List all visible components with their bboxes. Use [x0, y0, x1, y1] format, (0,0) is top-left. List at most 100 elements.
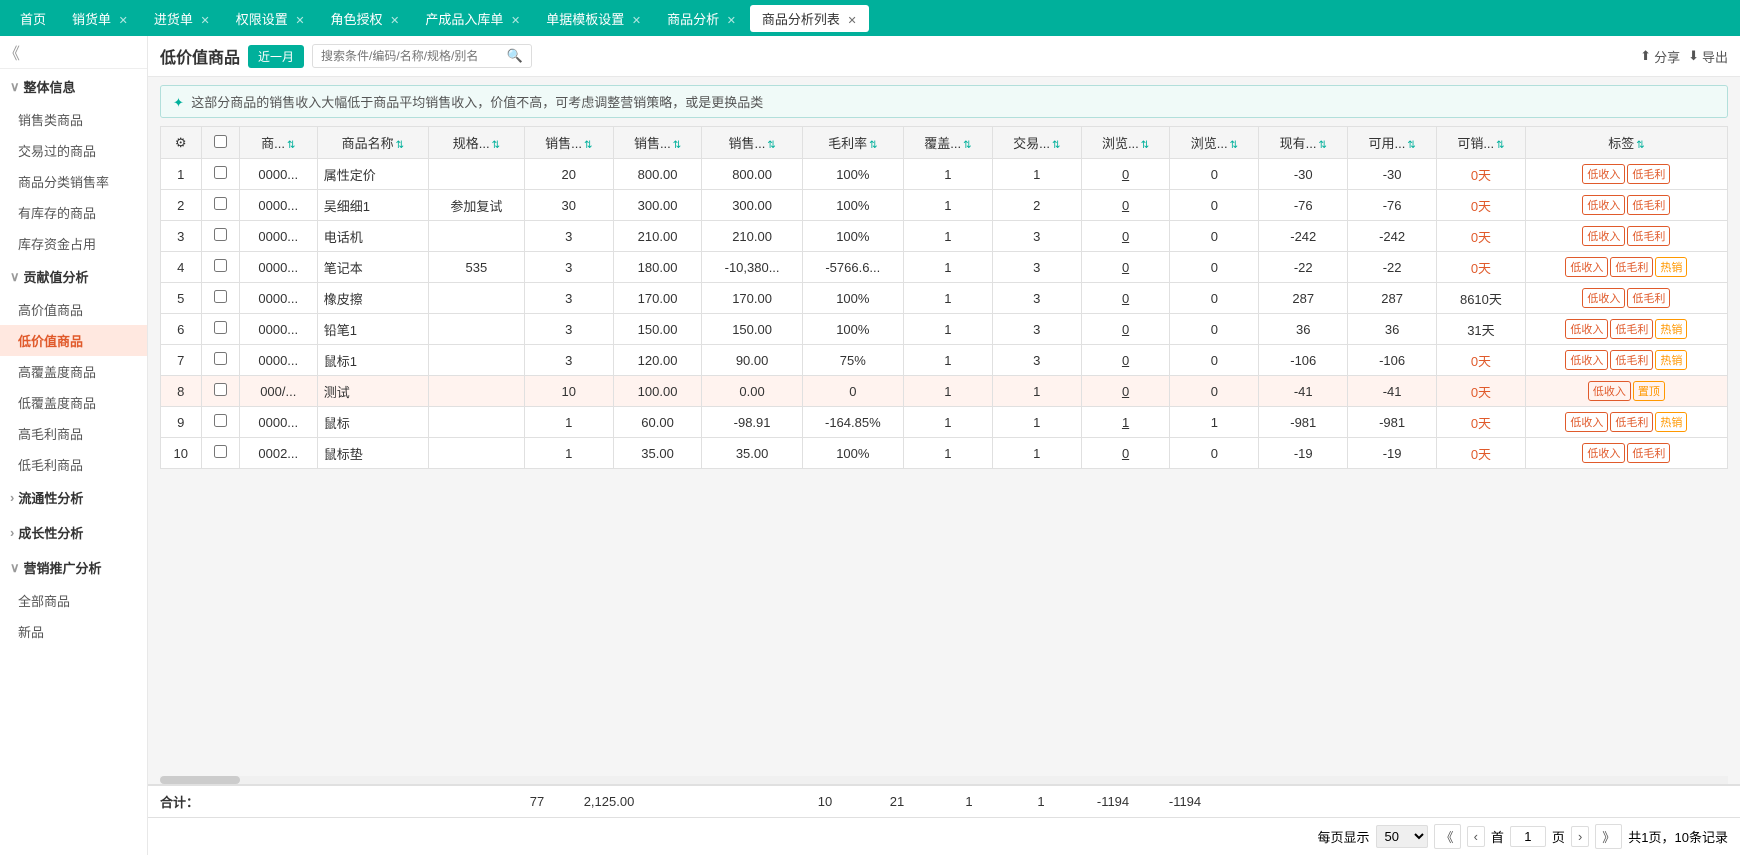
filter-recent-btn[interactable]: 近一月: [248, 45, 304, 68]
row-checkbox[interactable]: [214, 383, 227, 396]
th-trade[interactable]: 交易...⇅: [992, 127, 1081, 159]
nav-purchase[interactable]: 进货单 ✕: [142, 5, 222, 32]
view1-link[interactable]: 1: [1122, 415, 1129, 430]
row-checkbox[interactable]: [214, 228, 227, 241]
sidebar-item-high-value[interactable]: 高价值商品: [0, 294, 147, 325]
close-icon[interactable]: ✕: [848, 15, 857, 27]
th-view2[interactable]: 浏览...⇅: [1170, 127, 1259, 159]
td-check[interactable]: [201, 314, 239, 345]
td-view1[interactable]: 0: [1081, 190, 1170, 221]
td-view1[interactable]: 0: [1081, 221, 1170, 252]
row-checkbox[interactable]: [214, 414, 227, 427]
td-check[interactable]: [201, 283, 239, 314]
td-view1[interactable]: 0: [1081, 283, 1170, 314]
close-icon[interactable]: ✕: [390, 15, 399, 27]
close-icon[interactable]: ✕: [295, 15, 304, 27]
sidebar-group-growth[interactable]: › 成长性分析: [0, 515, 147, 550]
row-checkbox[interactable]: [214, 352, 227, 365]
sidebar-collapse-btn[interactable]: 《: [4, 40, 20, 64]
page-number-input[interactable]: [1510, 826, 1546, 847]
row-checkbox[interactable]: [214, 197, 227, 210]
th-code[interactable]: 商...⇅: [239, 127, 317, 159]
sidebar-item-all-goods[interactable]: 全部商品: [0, 585, 147, 616]
view1-link[interactable]: 0: [1122, 322, 1129, 337]
close-icon[interactable]: ✕: [119, 15, 128, 27]
close-icon[interactable]: ✕: [632, 15, 641, 27]
sidebar-item-traded-goods[interactable]: 交易过的商品: [0, 135, 147, 166]
td-view1[interactable]: 0: [1081, 314, 1170, 345]
td-check[interactable]: [201, 376, 239, 407]
horizontal-scrollbar[interactable]: [160, 776, 1728, 784]
sidebar-item-high-coverage[interactable]: 高覆盖度商品: [0, 356, 147, 387]
view1-link[interactable]: 0: [1122, 260, 1129, 275]
nav-goods-analysis[interactable]: 商品分析 ✕: [655, 5, 748, 32]
share-btn[interactable]: ⬆ 分享: [1640, 47, 1680, 66]
view1-link[interactable]: 0: [1122, 446, 1129, 461]
td-check[interactable]: [201, 407, 239, 438]
search-icon[interactable]: 🔍: [507, 48, 523, 64]
select-all-checkbox[interactable]: [214, 135, 227, 148]
next-page-btn[interactable]: ›: [1571, 826, 1589, 847]
td-check[interactable]: [201, 221, 239, 252]
td-view1[interactable]: 0: [1081, 438, 1170, 469]
row-checkbox[interactable]: [214, 166, 227, 179]
close-icon[interactable]: ✕: [727, 15, 736, 27]
view1-link[interactable]: 0: [1122, 198, 1129, 213]
td-check[interactable]: [201, 345, 239, 376]
nav-role[interactable]: 角色授权 ✕: [319, 5, 412, 32]
nav-home[interactable]: 首页: [8, 5, 58, 32]
th-stock[interactable]: 现有...⇅: [1259, 127, 1348, 159]
scrollbar-thumb[interactable]: [160, 776, 240, 784]
sidebar-item-low-coverage[interactable]: 低覆盖度商品: [0, 387, 147, 418]
view1-link[interactable]: 0: [1122, 229, 1129, 244]
sidebar-group-liquidity[interactable]: › 流通性分析: [0, 480, 147, 515]
sidebar-item-sales-goods[interactable]: 销售类商品: [0, 104, 147, 135]
row-checkbox[interactable]: [214, 290, 227, 303]
td-check[interactable]: [201, 159, 239, 190]
td-view1[interactable]: 0: [1081, 252, 1170, 283]
view1-link[interactable]: 0: [1122, 384, 1129, 399]
td-view1[interactable]: 0: [1081, 376, 1170, 407]
sidebar-item-stock-capital[interactable]: 库存资金占用: [0, 228, 147, 259]
view1-link[interactable]: 0: [1122, 291, 1129, 306]
sidebar-group-contribution[interactable]: ∨ 贡献值分析: [0, 259, 147, 294]
sidebar-group-marketing[interactable]: ∨ 营销推广分析: [0, 550, 147, 585]
th-tags[interactable]: 标签⇅: [1525, 127, 1727, 159]
td-view1[interactable]: 0: [1081, 345, 1170, 376]
th-avail[interactable]: 可用...⇅: [1348, 127, 1437, 159]
row-checkbox[interactable]: [214, 445, 227, 458]
sidebar-item-low-value[interactable]: 低价值商品: [0, 325, 147, 356]
prev-page-btn[interactable]: ‹: [1467, 826, 1485, 847]
th-day[interactable]: 可销...⇅: [1437, 127, 1526, 159]
close-icon[interactable]: ✕: [200, 15, 209, 27]
row-checkbox[interactable]: [214, 259, 227, 272]
nav-permission[interactable]: 权限设置 ✕: [224, 5, 317, 32]
nav-sales[interactable]: 销货单 ✕: [60, 5, 140, 32]
first-page-btn[interactable]: 《: [1434, 824, 1461, 849]
export-btn[interactable]: ⬇ 导出: [1688, 47, 1728, 66]
td-view1[interactable]: 0: [1081, 159, 1170, 190]
th-s1[interactable]: 销售...⇅: [524, 127, 613, 159]
td-check[interactable]: [201, 252, 239, 283]
td-check[interactable]: [201, 190, 239, 221]
th-view1[interactable]: 浏览...⇅: [1081, 127, 1170, 159]
sidebar-item-category-sales[interactable]: 商品分类销售率: [0, 166, 147, 197]
search-input[interactable]: [321, 49, 503, 63]
sidebar-item-low-margin[interactable]: 低毛利商品: [0, 449, 147, 480]
sidebar-item-new-goods[interactable]: 新品: [0, 616, 147, 647]
row-checkbox[interactable]: [214, 321, 227, 334]
nav-template[interactable]: 单据模板设置 ✕: [534, 5, 653, 32]
th-s3[interactable]: 销售...⇅: [702, 127, 802, 159]
sidebar-group-overall[interactable]: ∨ 整体信息: [0, 69, 147, 104]
td-view1[interactable]: 1: [1081, 407, 1170, 438]
nav-goods-analysis-list[interactable]: 商品分析列表 ✕: [750, 5, 869, 32]
th-cover[interactable]: 覆盖...⇅: [903, 127, 992, 159]
sidebar-item-high-margin[interactable]: 高毛利商品: [0, 418, 147, 449]
per-page-select[interactable]: 50 100 200: [1376, 825, 1428, 848]
last-page-btn[interactable]: 》: [1595, 824, 1622, 849]
view1-link[interactable]: 0: [1122, 353, 1129, 368]
th-spec[interactable]: 规格...⇅: [428, 127, 524, 159]
th-s2[interactable]: 销售...⇅: [613, 127, 702, 159]
th-checkbox[interactable]: [201, 127, 239, 159]
nav-products-in[interactable]: 产成品入库单 ✕: [413, 5, 532, 32]
